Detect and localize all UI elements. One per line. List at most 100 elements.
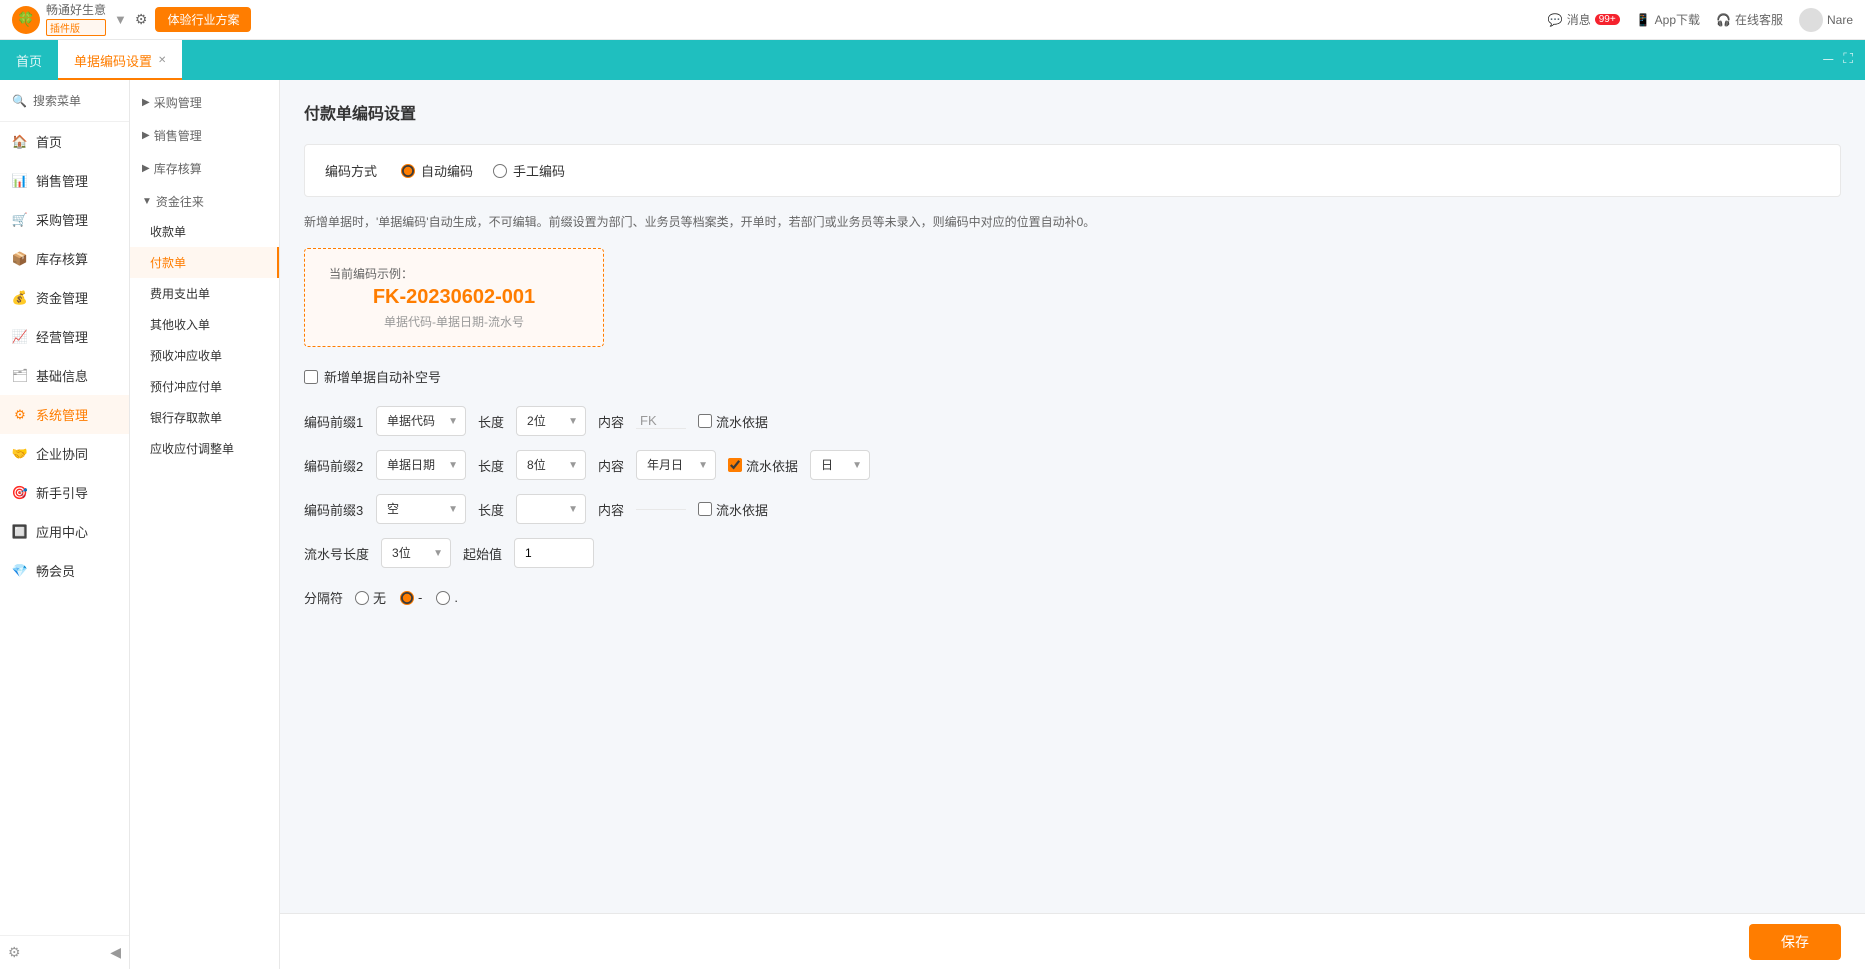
brand-text-block: 畅通好生意 插件版 bbox=[46, 3, 106, 36]
sidebar-item-operation[interactable]: 📈 经营管理 bbox=[0, 317, 129, 356]
sidebar-item-guide[interactable]: 🎯 新手引导 bbox=[0, 473, 129, 512]
sidebar-item-stock[interactable]: 📦 库存核算 bbox=[0, 239, 129, 278]
operation-icon: 📈 bbox=[12, 329, 28, 345]
sub-group-inventory-title[interactable]: ▶ 库存核算 bbox=[130, 154, 279, 183]
auto-fill-row: 新增单据自动补空号 bbox=[304, 367, 1841, 386]
user-avatar bbox=[1799, 8, 1823, 32]
prefix3-stream-checkbox[interactable] bbox=[698, 502, 712, 516]
tab-home-label: 首页 bbox=[16, 51, 42, 70]
dropdown-arrow-icon[interactable]: ▼ bbox=[114, 12, 127, 27]
sub-group-purchase-label: 采购管理 bbox=[154, 94, 202, 111]
prefix1-content-label: 内容 bbox=[598, 412, 624, 431]
prefix2-select[interactable]: 单据代码 单据日期 部门 业务员 空 bbox=[376, 450, 466, 480]
prefix2-content-label: 内容 bbox=[598, 456, 624, 475]
separator-row: 分隔符 无 - . bbox=[304, 588, 1841, 607]
sep-dot-option[interactable]: . bbox=[436, 590, 458, 605]
prefix3-length-label: 长度 bbox=[478, 500, 504, 519]
sub-item-receipt-label: 收款单 bbox=[150, 225, 186, 239]
prefix2-period-select[interactable]: 日 月 年 bbox=[810, 450, 870, 480]
app-download-action[interactable]: 📱 App下载 bbox=[1636, 11, 1700, 28]
sidebar-item-enterprise-label: 企业协同 bbox=[36, 444, 88, 463]
sub-item-other-income[interactable]: 其他收入单 bbox=[130, 309, 279, 340]
sub-group-funds-title[interactable]: ▼ 资金往来 bbox=[130, 187, 279, 216]
save-button[interactable]: 保存 bbox=[1749, 924, 1841, 960]
sep-none-option[interactable]: 无 bbox=[355, 588, 386, 607]
prefix1-length-label: 长度 bbox=[478, 412, 504, 431]
maximize-icon[interactable]: ⛶ bbox=[1843, 50, 1853, 70]
online-service-action[interactable]: 🎧 在线客服 bbox=[1716, 11, 1783, 28]
prefix3-length-select[interactable] bbox=[516, 494, 586, 524]
sidebar-item-home[interactable]: 🏠 首页 bbox=[0, 122, 129, 161]
sidebar-item-system[interactable]: ⚙ 系统管理 bbox=[0, 395, 129, 434]
sub-item-payment[interactable]: 付款单 bbox=[130, 247, 279, 278]
preview-label: 当前编码示例： bbox=[329, 265, 579, 282]
collapse-icon[interactable]: ◀ bbox=[110, 944, 121, 961]
sidebar-item-basic-label: 基础信息 bbox=[36, 366, 88, 385]
tab-home[interactable]: 首页 bbox=[0, 40, 58, 80]
apps-icon: 🔲 bbox=[12, 524, 28, 540]
sidebar-item-sales[interactable]: 📊 销售管理 bbox=[0, 161, 129, 200]
prefix2-length-select[interactable]: 6位 8位 10位 bbox=[516, 450, 586, 480]
sidebar-item-purchase[interactable]: 🛒 采购管理 bbox=[0, 200, 129, 239]
experience-button[interactable]: 体验行业方案 bbox=[155, 7, 251, 32]
main-content: 付款单编码设置 编码方式 自动编码 手工编码 bbox=[280, 80, 1865, 913]
prefix2-content-select-wrapper: 年月日 年月 年 ▼ bbox=[636, 450, 716, 480]
sub-item-receivable-adj[interactable]: 应收应付调整单 bbox=[130, 433, 279, 464]
prefix1-stream-checkbox[interactable] bbox=[698, 414, 712, 428]
info-text: 新增单据时，'单据编码'自动生成，不可编辑。前缀设置为部门、业务员等档案类，开单… bbox=[304, 213, 1841, 232]
sub-group-sales-title[interactable]: ▶ 销售管理 bbox=[130, 121, 279, 150]
prefix2-label: 编码前缀2 bbox=[304, 456, 364, 475]
prefix1-length-select[interactable]: 2位 4位 bbox=[516, 406, 586, 436]
sidebar-item-basic[interactable]: 🗂 基础信息 bbox=[0, 356, 129, 395]
prefix-row-2: 编码前缀2 单据代码 单据日期 部门 业务员 空 ▼ 长度 bbox=[304, 450, 1841, 480]
prefix3-select[interactable]: 单据代码 单据日期 部门 业务员 空 bbox=[376, 494, 466, 524]
sub-sidebar: ▶ 采购管理 ▶ 销售管理 ▶ 库存核算 ▼ 资金往来 收款单 bbox=[130, 80, 280, 969]
sidebar-item-apps[interactable]: 🔲 应用中心 bbox=[0, 512, 129, 551]
message-label: 消息 bbox=[1567, 11, 1591, 28]
sub-group-sales: ▶ 销售管理 bbox=[130, 121, 279, 150]
prefix2-content-select[interactable]: 年月日 年月 年 bbox=[636, 450, 716, 480]
user-profile[interactable]: Nare bbox=[1799, 8, 1853, 32]
auto-fill-label[interactable]: 新增单据自动补空号 bbox=[324, 367, 441, 386]
tab-coding[interactable]: 单据编码设置 ✕ bbox=[58, 40, 182, 80]
prefix1-length-select-wrapper: 2位 4位 ▼ bbox=[516, 406, 586, 436]
prefix3-stream-label: 流水依据 bbox=[716, 500, 768, 519]
tab-close-icon[interactable]: ✕ bbox=[158, 55, 166, 66]
start-value-input[interactable] bbox=[514, 538, 594, 568]
sep-dot-label: . bbox=[454, 590, 458, 605]
sidebar-item-sales-label: 销售管理 bbox=[36, 171, 88, 190]
system-icon: ⚙ bbox=[12, 407, 28, 423]
settings-bottom-icon[interactable]: ⚙ bbox=[8, 944, 21, 961]
search-menu-button[interactable]: 🔍 搜索菜单 bbox=[8, 88, 121, 113]
sub-group-purchase-title[interactable]: ▶ 采购管理 bbox=[130, 88, 279, 117]
stream-length-label: 流水号长度 bbox=[304, 544, 369, 563]
sub-item-prepay-receive[interactable]: 预收冲应收单 bbox=[130, 340, 279, 371]
stock-icon: 📦 bbox=[12, 251, 28, 267]
sep-none-radio[interactable] bbox=[355, 591, 369, 605]
auto-coding-radio[interactable] bbox=[401, 164, 415, 178]
sidebar-item-enterprise[interactable]: 🤝 企业协同 bbox=[0, 434, 129, 473]
manual-coding-option[interactable]: 手工编码 bbox=[493, 161, 565, 180]
prefix1-select[interactable]: 单据代码 单据日期 部门 业务员 空 bbox=[376, 406, 466, 436]
gear-icon[interactable]: ⚙ bbox=[135, 11, 148, 28]
minimize-icon[interactable]: － bbox=[1821, 50, 1835, 70]
manual-coding-radio[interactable] bbox=[493, 164, 507, 178]
message-action[interactable]: 💬 消息 99+ bbox=[1548, 11, 1620, 28]
auto-coding-option[interactable]: 自动编码 bbox=[401, 161, 473, 180]
stream-length-select[interactable]: 3位 4位 5位 6位 bbox=[381, 538, 451, 568]
sub-item-prepay-pay[interactable]: 预付冲应付单 bbox=[130, 371, 279, 402]
sep-dash-option[interactable]: - bbox=[400, 590, 422, 605]
sep-dot-radio[interactable] bbox=[436, 591, 450, 605]
sidebar-item-finance[interactable]: 💰 资金管理 bbox=[0, 278, 129, 317]
sub-item-expense[interactable]: 费用支出单 bbox=[130, 278, 279, 309]
prefix2-stream-checkbox[interactable] bbox=[728, 458, 742, 472]
prefix3-content-label: 内容 bbox=[598, 500, 624, 519]
sub-item-receipt[interactable]: 收款单 bbox=[130, 216, 279, 247]
sidebar-menu: 🏠 首页 📊 销售管理 🛒 采购管理 📦 库存核算 💰 资金管理 📈 经 bbox=[0, 122, 129, 935]
auto-fill-checkbox[interactable] bbox=[304, 370, 318, 384]
sidebar-item-apps-label: 应用中心 bbox=[36, 522, 88, 541]
sub-item-bank-deposit[interactable]: 银行存取款单 bbox=[130, 402, 279, 433]
sidebar-item-vip[interactable]: 💎 畅会员 bbox=[0, 551, 129, 590]
sep-dash-radio[interactable] bbox=[400, 591, 414, 605]
sidebar-item-finance-label: 资金管理 bbox=[36, 288, 88, 307]
